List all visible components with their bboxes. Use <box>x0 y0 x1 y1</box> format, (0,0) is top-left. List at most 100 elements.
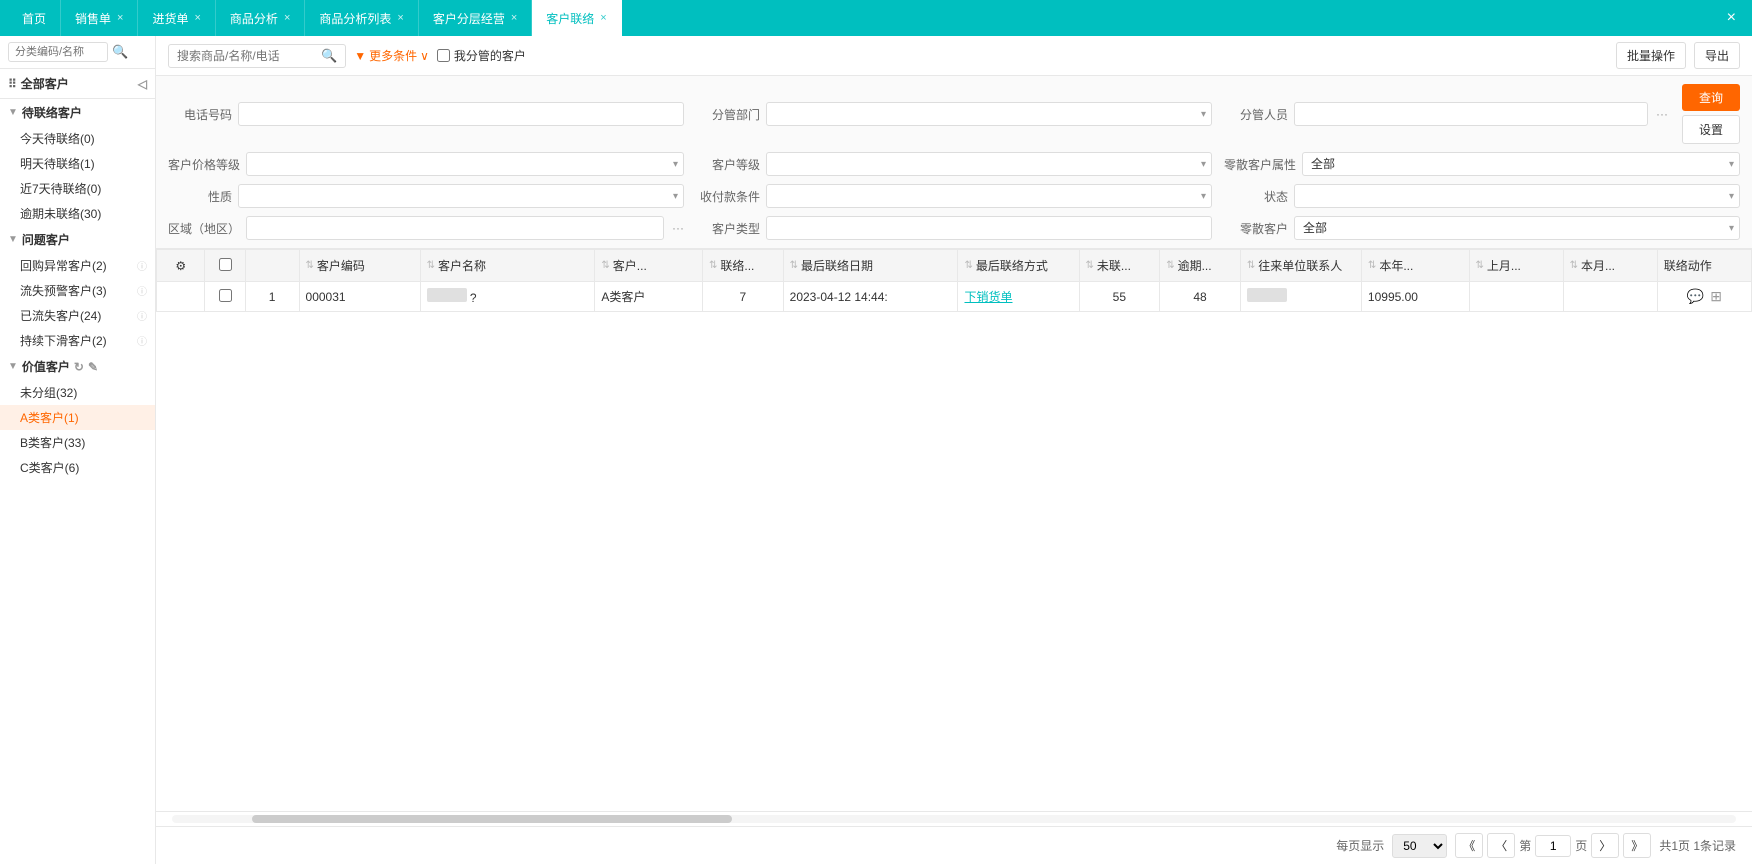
cust-type-input[interactable] <box>766 216 1212 240</box>
th-thisyear[interactable]: ⇅本年... <box>1361 250 1469 282</box>
edit-icon[interactable]: ✎ <box>88 360 98 374</box>
close-customer-contact[interactable]: × <box>600 12 606 24</box>
refresh-icon[interactable]: ↻ <box>74 360 84 374</box>
page-size-select[interactable]: 50 100 200 <box>1392 834 1447 858</box>
page-unit: 页 <box>1575 837 1587 854</box>
th-lastmonth[interactable]: ⇅上月... <box>1469 250 1563 282</box>
sidebar-search-icon[interactable]: 🔍 <box>112 44 128 60</box>
h-scrollbar[interactable] <box>156 811 1752 826</box>
cust-type-label: 客户类型 <box>696 220 760 237</box>
qr-icon[interactable]: ⊞ <box>1710 288 1722 305</box>
dept-select[interactable] <box>766 102 1212 126</box>
person-label: 分管人员 <box>1224 106 1288 123</box>
th-lastway[interactable]: ⇅最后联络方式 <box>958 250 1079 282</box>
nav-home[interactable]: 首页 <box>8 0 61 36</box>
first-page-btn[interactable]: 《 <box>1455 833 1483 858</box>
settings-btn[interactable]: 设置 <box>1682 115 1740 144</box>
td-lastway[interactable]: 下销货单 <box>958 282 1079 312</box>
th-lastdate[interactable]: ⇅最后联络日期 <box>783 250 958 282</box>
region-input[interactable] <box>246 216 664 240</box>
phone-input[interactable] <box>238 102 684 126</box>
person-dots[interactable]: ··· <box>1656 107 1668 121</box>
chat-icon[interactable]: 💬 <box>1687 288 1704 305</box>
nav-sales[interactable]: 销售单 × <box>61 0 138 36</box>
th-company[interactable]: ⇅往来单位联系人 <box>1240 250 1361 282</box>
th-contact[interactable]: ⇅联络... <box>702 250 783 282</box>
th-thismonth[interactable]: ⇅本月... <box>1563 250 1657 282</box>
nav-analysis[interactable]: 商品分析 × <box>216 0 305 36</box>
cust-level-select[interactable] <box>766 152 1212 176</box>
my-customers-check[interactable]: 我分管的客户 <box>437 47 526 64</box>
nav-customer-tier[interactable]: 客户分层经营 × <box>419 0 532 36</box>
nature-label: 性质 <box>168 188 232 205</box>
main-search-input[interactable] <box>177 49 317 63</box>
price-level-select[interactable] <box>246 152 684 176</box>
info-icon-1: ⓘ <box>137 283 147 298</box>
nav-analysis-list[interactable]: 商品分析列表 × <box>305 0 418 36</box>
status-select[interactable] <box>1294 184 1740 208</box>
group-pending[interactable]: ▼ 待联络客户 <box>0 99 155 126</box>
close-sales[interactable]: × <box>117 12 123 24</box>
sidebar-class-c[interactable]: C类客户(6) <box>0 455 155 480</box>
region-dots[interactable]: ··· <box>672 221 684 235</box>
row-checkbox[interactable] <box>219 289 232 302</box>
more-conditions-btn[interactable]: ▼ 更多条件 ∨ <box>354 47 429 64</box>
close-customer-tier[interactable]: × <box>511 12 517 24</box>
sidebar-tomorrow-pending[interactable]: 明天待联络(1) <box>0 151 155 176</box>
page-input[interactable] <box>1535 835 1571 857</box>
query-btn[interactable]: 查询 <box>1682 84 1740 111</box>
th-type[interactable]: ⇅客户... <box>595 250 703 282</box>
nature-select[interactable] <box>238 184 684 208</box>
sidebar-overdue-pending[interactable]: 逾期未联络(30) <box>0 201 155 226</box>
payment-select[interactable] <box>766 184 1212 208</box>
nav-purchase[interactable]: 进货单 × <box>138 0 215 36</box>
sidebar-repurchase-abnormal[interactable]: 回购异常客户(2) ⓘ <box>0 253 155 278</box>
close-purchase[interactable]: × <box>194 12 200 24</box>
filter-row-scatter-attr: 零散客户属性 全部 ▾ <box>1224 152 1740 176</box>
td-check[interactable] <box>205 282 245 312</box>
sort-icon-code: ⇅ <box>306 260 314 271</box>
sidebar-class-a[interactable]: A类客户(1) <box>0 405 155 430</box>
next-page-btn[interactable]: 〉 <box>1591 833 1619 858</box>
sidebar-unclassified[interactable]: 未分组(32) <box>0 380 155 405</box>
group-problem[interactable]: ▼ 问题客户 <box>0 226 155 253</box>
nav-customer-contact[interactable]: 客户联络 × <box>532 0 621 36</box>
th-nocontact[interactable]: ⇅未联... <box>1079 250 1160 282</box>
th-overdue[interactable]: ⇅逾期... <box>1160 250 1241 282</box>
th-settings[interactable]: ⚙ <box>157 250 205 282</box>
main-search-icon[interactable]: 🔍 <box>321 48 337 64</box>
filter-row-region: 区域（地区） ··· <box>168 216 684 240</box>
scatter-attr-select[interactable]: 全部 <box>1302 152 1740 176</box>
nature-wrap: ▾ <box>238 184 684 208</box>
td-name: ? <box>420 282 595 312</box>
h-scroll-thumb[interactable] <box>252 815 732 823</box>
close-analysis[interactable]: × <box>284 12 290 24</box>
select-all-checkbox[interactable] <box>219 258 232 271</box>
th-check[interactable] <box>205 250 245 282</box>
lastway-link[interactable]: 下销货单 <box>964 290 1012 304</box>
settings-icon[interactable]: ⚙ <box>175 259 186 273</box>
sidebar-churned[interactable]: 已流失客户(24) ⓘ <box>0 303 155 328</box>
sidebar-search-input[interactable] <box>8 42 108 62</box>
sidebar-declining[interactable]: 持续下滑客户(2) ⓘ <box>0 328 155 353</box>
td-contact: 7 <box>702 282 783 312</box>
sidebar-class-b[interactable]: B类客户(33) <box>0 430 155 455</box>
sidebar-churn-warning[interactable]: 流失预警客户(3) ⓘ <box>0 278 155 303</box>
sidebar-today-pending[interactable]: 今天待联络(0) <box>0 126 155 151</box>
sidebar-7days-pending[interactable]: 近7天待联络(0) <box>0 176 155 201</box>
person-input[interactable] <box>1294 102 1648 126</box>
close-all-tabs[interactable]: × <box>1719 9 1744 27</box>
th-name[interactable]: ⇅客户名称 <box>420 250 595 282</box>
my-customers-checkbox[interactable] <box>437 49 450 62</box>
prev-page-btn[interactable]: 〈 <box>1487 833 1515 858</box>
sidebar-collapse-btn[interactable]: ◁ <box>138 77 147 91</box>
last-page-btn[interactable]: 》 <box>1623 833 1651 858</box>
batch-op-btn[interactable]: 批量操作 <box>1616 42 1686 69</box>
close-analysis-list[interactable]: × <box>397 12 403 24</box>
th-code[interactable]: ⇅客户编码 <box>299 250 420 282</box>
scatter-cust-select[interactable]: 全部 <box>1294 216 1740 240</box>
sidebar: 🔍 ⠿ 全部客户 ◁ ▼ 待联络客户 今天待联络(0) 明天待联络(1) 近7天… <box>0 36 156 864</box>
export-btn[interactable]: 导出 <box>1694 42 1740 69</box>
group-value[interactable]: ▼ 价值客户 ↻ ✎ <box>0 353 155 380</box>
total-info: 共1页 1条记录 <box>1659 837 1736 854</box>
